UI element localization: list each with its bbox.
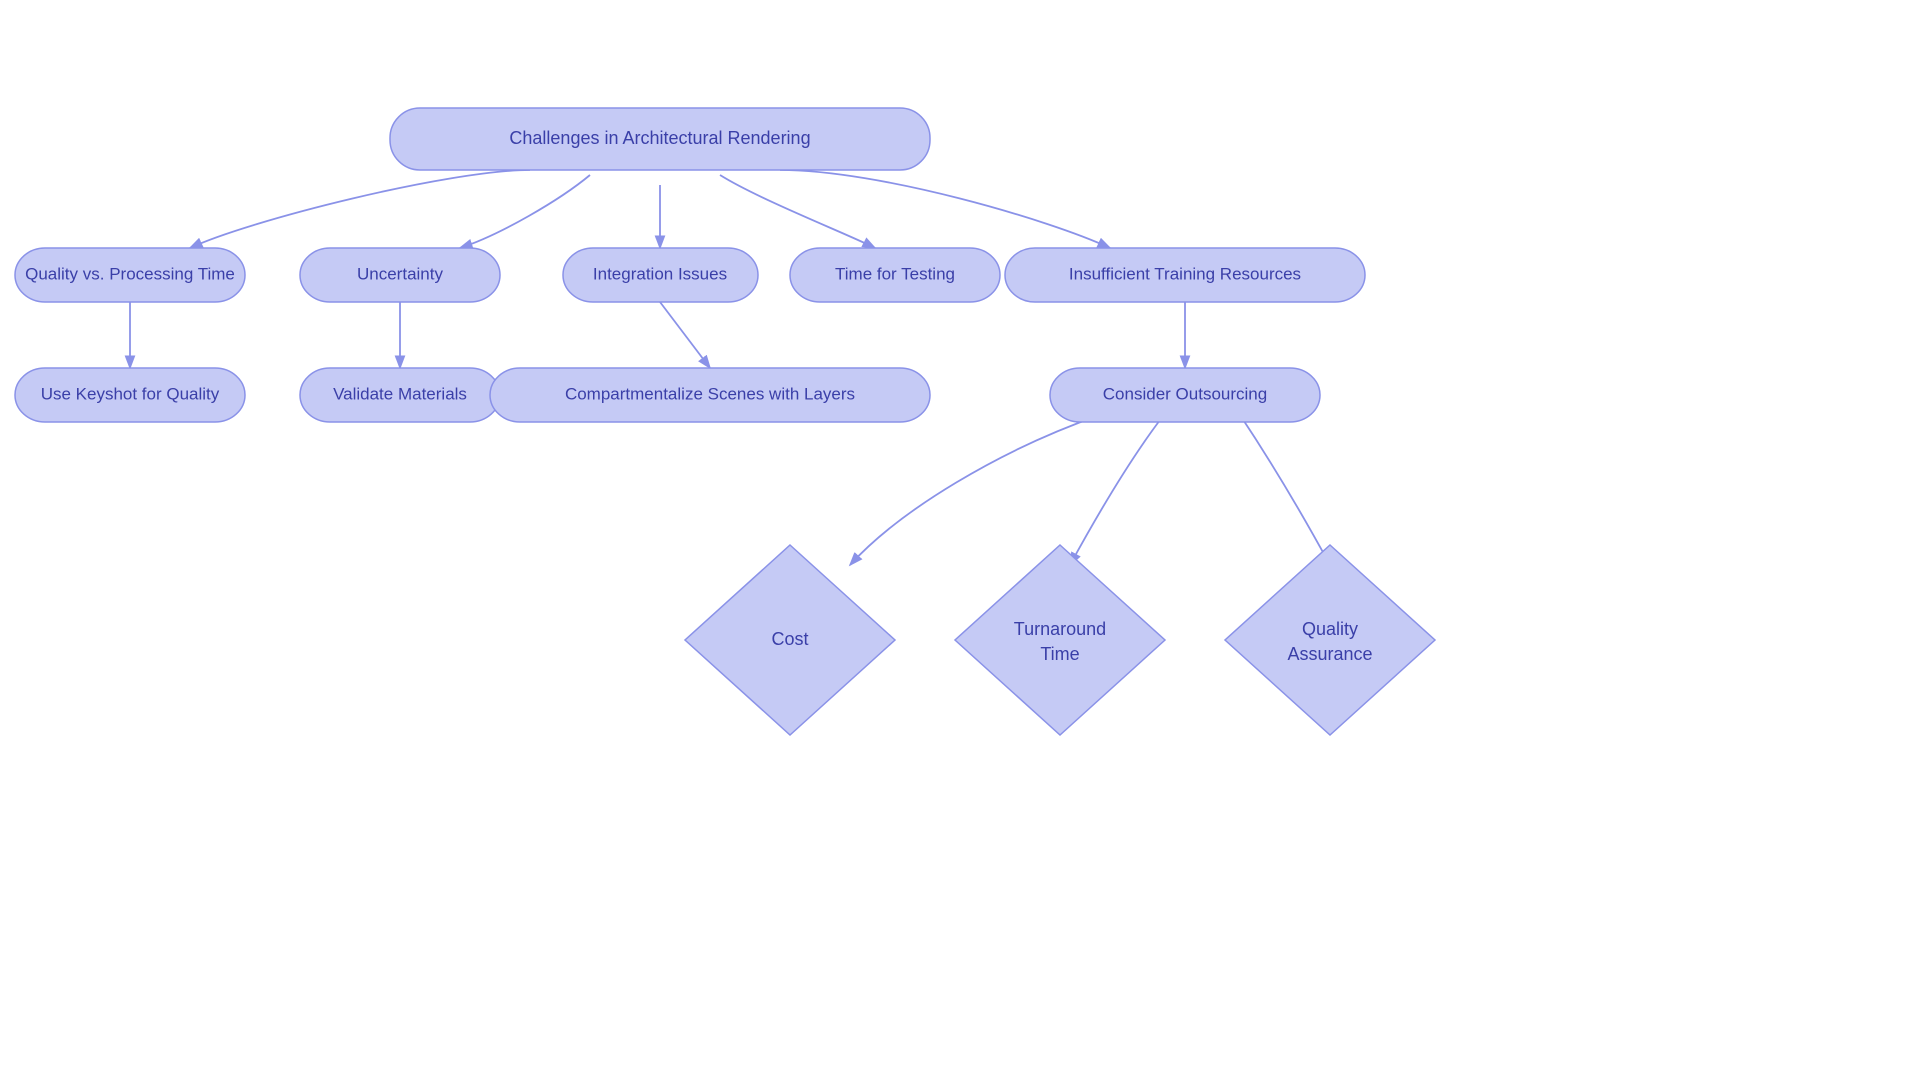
edge-root-testing — [720, 175, 875, 248]
edge-integration-compartment — [660, 302, 710, 368]
quality-label: Quality vs. Processing Time — [25, 264, 235, 283]
edge-root-quality — [190, 170, 530, 248]
edge-root-uncertainty — [460, 175, 590, 248]
compartment-label: Compartmentalize Scenes with Layers — [565, 384, 855, 403]
uncertainty-label: Uncertainty — [357, 264, 443, 283]
testing-label: Time for Testing — [835, 264, 955, 283]
integration-label: Integration Issues — [593, 264, 727, 283]
cost-label: Cost — [771, 629, 808, 649]
edge-outsource-qa — [1240, 415, 1330, 565]
turnaround-label2: Time — [1040, 644, 1079, 664]
edge-root-training — [780, 170, 1110, 248]
turnaround-label: Turnaround — [1014, 619, 1106, 639]
qa-label: Quality — [1302, 619, 1358, 639]
root-label: Challenges in Architectural Rendering — [509, 128, 810, 148]
validate-label: Validate Materials — [333, 384, 467, 403]
training-label: Insufficient Training Resources — [1069, 264, 1301, 283]
qa-label2: Assurance — [1287, 644, 1372, 664]
keyshot-label: Use Keyshot for Quality — [41, 384, 220, 403]
qa-node — [1225, 545, 1435, 735]
edge-outsource-cost — [850, 415, 1100, 565]
outsource-label: Consider Outsourcing — [1103, 384, 1267, 403]
mind-map-diagram: Challenges in Architectural Rendering Qu… — [0, 0, 1920, 1083]
edge-outsource-turnaround — [1070, 420, 1160, 565]
turnaround-node — [955, 545, 1165, 735]
